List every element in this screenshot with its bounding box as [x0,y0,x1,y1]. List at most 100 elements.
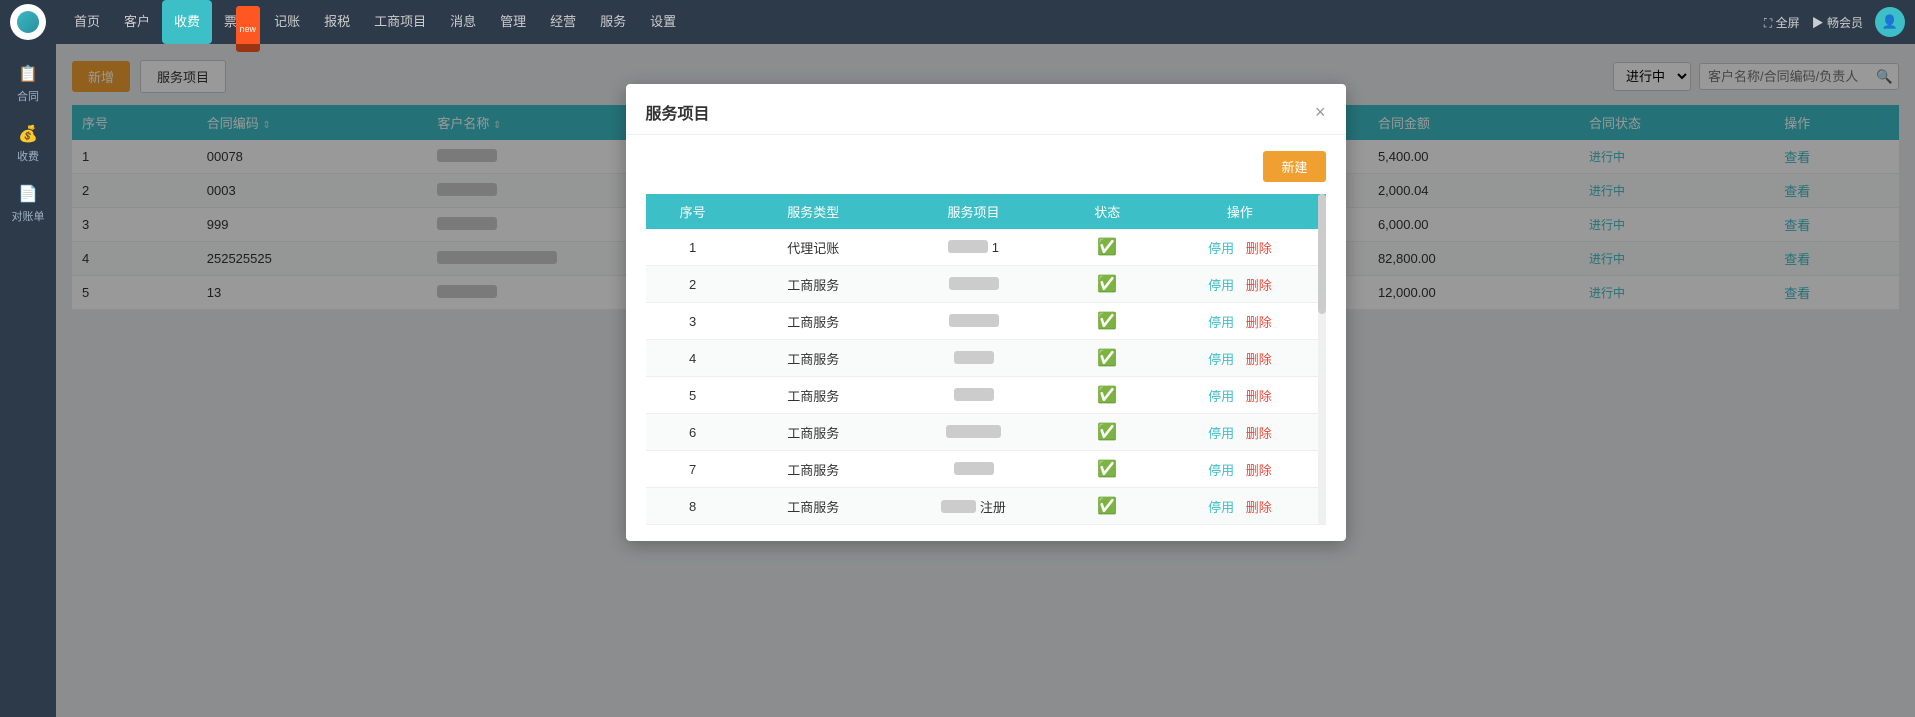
service-items-table: 序号 服务类型 服务项目 状态 操作 1 代理记账 1 ✅ 停用 删除 2 工商… [646,194,1326,525]
vip-btn[interactable]: ▶ 畅会员 [1812,14,1863,31]
modal-close-button[interactable]: × [1315,102,1326,123]
nav-manage[interactable]: 管理 [488,0,538,44]
user-avatar[interactable]: 👤 [1875,7,1905,37]
modal-cell-item [887,340,1060,377]
modal-cell-action[interactable]: 停用 删除 [1154,414,1325,451]
delete-button[interactable]: 删除 [1246,352,1272,367]
modal-cell-type: 工商服务 [740,414,887,451]
stop-button[interactable]: 停用 [1208,500,1234,515]
nav-settings[interactable]: 设置 [638,0,688,44]
modal-new-button[interactable]: 新建 [1263,151,1325,182]
status-check-icon: ✅ [1097,313,1117,330]
modal-col-seq: 序号 [646,194,740,229]
list-item: 5 工商服务 ✅ 停用 删除 [646,377,1326,414]
delete-button[interactable]: 删除 [1246,278,1272,293]
fullscreen-btn[interactable]: ⛶ 全屏 [1764,14,1800,31]
modal-cell-item [887,303,1060,340]
status-check-icon: ✅ [1097,387,1117,404]
modal-cell-type: 工商服务 [740,266,887,303]
modal-cell-status: ✅ [1060,488,1154,525]
stop-button[interactable]: 停用 [1208,352,1234,367]
list-item: 6 工商服务 ✅ 停用 删除 [646,414,1326,451]
nav-bookkeeping[interactable]: 记账 [262,0,312,44]
modal-toolbar: 新建 [646,151,1326,182]
modal-cell-seq: 5 [646,377,740,414]
modal-col-action: 操作 [1154,194,1325,229]
scrollbar-track[interactable] [1318,194,1326,525]
delete-button[interactable]: 删除 [1246,389,1272,404]
modal-cell-item: 注册 [887,488,1060,525]
stop-button[interactable]: 停用 [1208,241,1234,256]
modal-cell-type: 工商服务 [740,340,887,377]
modal-cell-item: 1 [887,229,1060,266]
modal-cell-status: ✅ [1060,340,1154,377]
modal-col-item: 服务项目 [887,194,1060,229]
modal-cell-action[interactable]: 停用 删除 [1154,266,1325,303]
nav-operation[interactable]: 经营 [538,0,588,44]
list-item: 3 工商服务 ✅ 停用 删除 [646,303,1326,340]
modal-cell-status: ✅ [1060,451,1154,488]
modal-overlay[interactable]: 服务项目 × 新建 序号 服务类型 服务项目 状态 操作 [56,44,1915,717]
modal-cell-item [887,377,1060,414]
scrollbar-thumb[interactable] [1318,194,1326,314]
modal-body: 新建 序号 服务类型 服务项目 状态 操作 1 代理记账 [626,135,1346,541]
stop-button[interactable]: 停用 [1208,463,1234,478]
modal-cell-seq: 3 [646,303,740,340]
sidebar-label-contract: 合同 [17,88,39,104]
modal-cell-status: ✅ [1060,303,1154,340]
sidebar-label-fee: 收费 [17,148,39,164]
modal-cell-status: ✅ [1060,414,1154,451]
sidebar-item-contract[interactable]: 📋 合同 [0,54,56,114]
delete-button[interactable]: 删除 [1246,241,1272,256]
status-check-icon: ✅ [1097,350,1117,367]
modal-cell-seq: 7 [646,451,740,488]
nav-message[interactable]: 消息 [438,0,488,44]
sidebar-item-fee[interactable]: 💰 收费 [0,114,56,174]
modal-cell-seq: 2 [646,266,740,303]
modal-cell-seq: 6 [646,414,740,451]
delete-button[interactable]: 删除 [1246,500,1272,515]
modal-cell-item [887,266,1060,303]
modal-cell-type: 工商服务 [740,451,887,488]
nav-home[interactable]: 首页 [62,0,112,44]
list-item: 4 工商服务 ✅ 停用 删除 [646,340,1326,377]
nav-right: ⛶ 全屏 ▶ 畅会员 👤 [1764,7,1905,37]
service-modal: 服务项目 × 新建 序号 服务类型 服务项目 状态 操作 [626,84,1346,541]
delete-button[interactable]: 删除 [1246,426,1272,441]
stop-button[interactable]: 停用 [1208,315,1234,330]
app-logo[interactable] [10,4,46,40]
nav-invoice[interactable]: 票据 new [212,0,262,44]
logo-inner [17,11,39,33]
list-item: 2 工商服务 ✅ 停用 删除 [646,266,1326,303]
modal-cell-action[interactable]: 停用 删除 [1154,451,1325,488]
modal-cell-action[interactable]: 停用 删除 [1154,303,1325,340]
modal-title: 服务项目 [646,100,710,124]
status-check-icon: ✅ [1097,424,1117,441]
modal-cell-type: 工商服务 [740,488,887,525]
modal-cell-status: ✅ [1060,229,1154,266]
nav-fee[interactable]: 收费 [162,0,212,44]
nav-business[interactable]: 工商项目 [362,0,438,44]
modal-col-status: 状态 [1060,194,1154,229]
modal-cell-action[interactable]: 停用 删除 [1154,488,1325,525]
delete-button[interactable]: 删除 [1246,463,1272,478]
modal-cell-seq: 1 [646,229,740,266]
sidebar: 📋 合同 💰 收费 📄 对账单 [0,44,56,717]
list-item: 7 工商服务 ✅ 停用 删除 [646,451,1326,488]
modal-cell-action[interactable]: 停用 删除 [1154,340,1325,377]
modal-cell-seq: 4 [646,340,740,377]
stop-button[interactable]: 停用 [1208,389,1234,404]
modal-cell-action[interactable]: 停用 删除 [1154,229,1325,266]
delete-button[interactable]: 删除 [1246,315,1272,330]
nav-service[interactable]: 服务 [588,0,638,44]
contract-icon: 📋 [18,64,38,84]
modal-cell-type: 代理记账 [740,229,887,266]
modal-table-wrap: 序号 服务类型 服务项目 状态 操作 1 代理记账 1 ✅ 停用 删除 2 工商… [646,194,1326,525]
stop-button[interactable]: 停用 [1208,426,1234,441]
nav-customer[interactable]: 客户 [112,0,162,44]
stop-button[interactable]: 停用 [1208,278,1234,293]
nav-tax[interactable]: 报税 [312,0,362,44]
modal-cell-action[interactable]: 停用 删除 [1154,377,1325,414]
status-check-icon: ✅ [1097,276,1117,293]
sidebar-item-reconciliation[interactable]: 📄 对账单 [0,174,56,234]
